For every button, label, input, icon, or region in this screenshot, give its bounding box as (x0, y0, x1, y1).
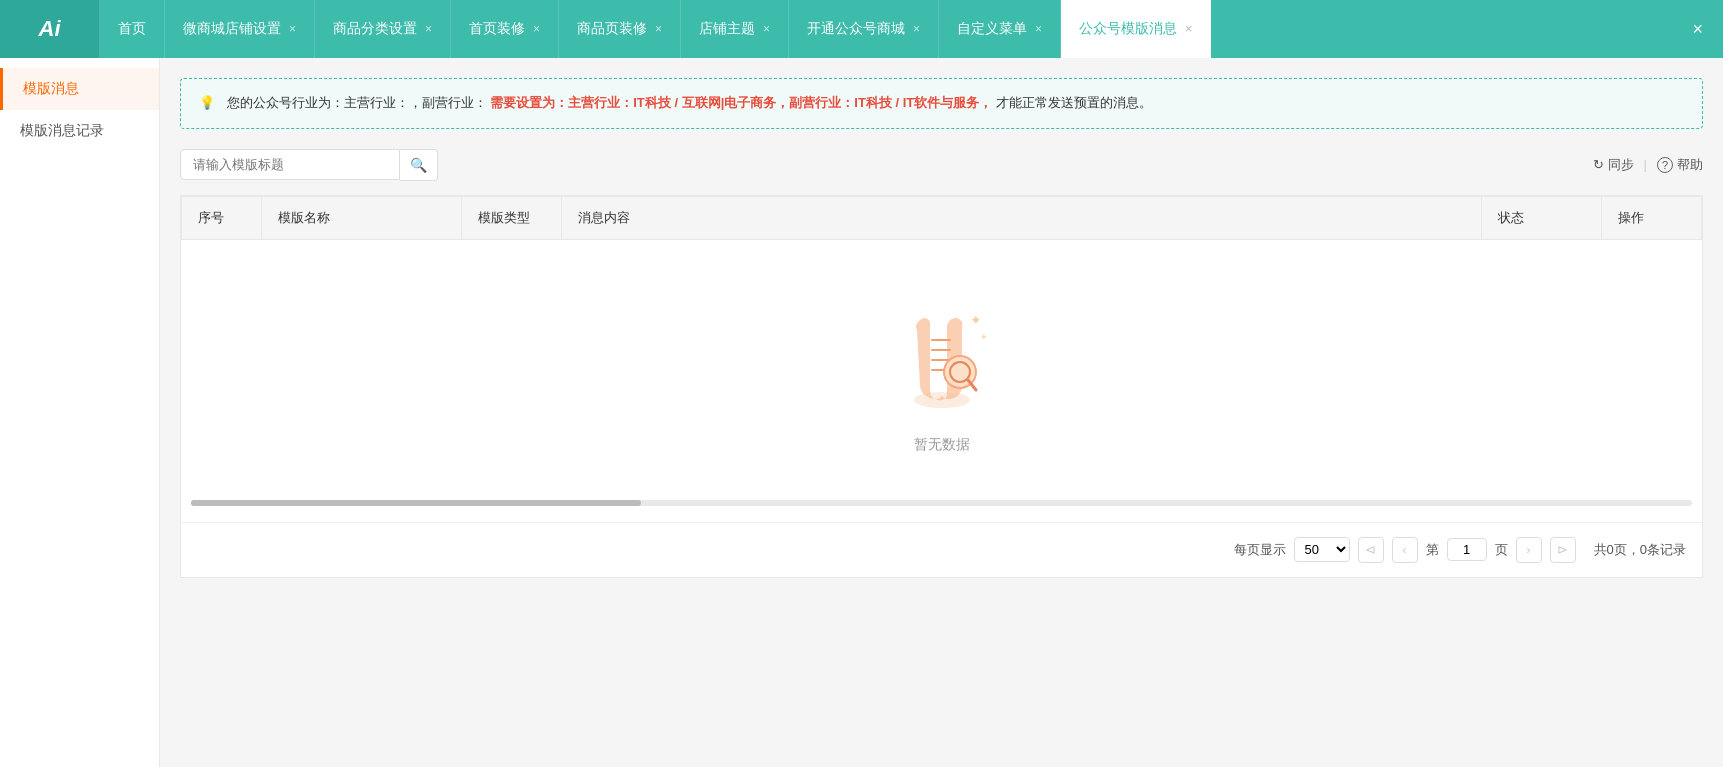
col-header-action: 操作 (1602, 196, 1702, 239)
alert-icon: 💡 (199, 95, 215, 110)
nav-tab-template-msg-close[interactable]: × (1185, 22, 1192, 36)
page-prefix-label: 第 (1426, 541, 1439, 559)
sync-label: 同步 (1608, 156, 1634, 174)
nav-tab-store-setting[interactable]: 微商城店铺设置 × (165, 0, 315, 58)
prev-page-button[interactable]: ‹ (1392, 537, 1418, 563)
svg-text:✦: ✦ (970, 312, 982, 328)
next-page-button[interactable]: › (1516, 537, 1542, 563)
nav-tab-category-close[interactable]: × (425, 22, 432, 36)
content-area: 💡 您的公众号行业为：主营行业：，副营行业： 需要设置为：主营行业：IT科技 /… (160, 58, 1723, 767)
total-label: 共0页，0条记录 (1594, 541, 1686, 559)
nav-tab-open-mall-label: 开通公众号商城 (807, 20, 905, 38)
nav-tab-store-setting-label: 微商城店铺设置 (183, 20, 281, 38)
brand-text: Ai (39, 16, 61, 42)
svg-text:✦: ✦ (980, 332, 988, 342)
sync-button[interactable]: ↻ 同步 (1593, 156, 1634, 174)
nav-tab-product-decor-label: 商品页装修 (577, 20, 647, 38)
empty-illustration: ✦ ✦ (882, 300, 1002, 420)
col-header-status-label: 状态 (1498, 210, 1524, 225)
search-input[interactable] (180, 149, 400, 180)
col-header-index: 序号 (182, 196, 262, 239)
sidebar-item-template-msg-record-label: 模版消息记录 (20, 122, 104, 138)
nav-tab-custom-menu-label: 自定义菜单 (957, 20, 1027, 38)
scrollbar-area (181, 494, 1702, 522)
empty-state: ✦ ✦ 暂无数据 (181, 240, 1702, 494)
empty-text: 暂无数据 (914, 436, 970, 454)
col-header-type-label: 模版类型 (478, 210, 530, 225)
nav-tab-store-setting-close[interactable]: × (289, 22, 296, 36)
main-layout: 模版消息 模版消息记录 💡 您的公众号行业为：主营行业：，副营行业： 需要设置为… (0, 58, 1723, 767)
divider: | (1644, 157, 1647, 172)
top-navigation: Ai 首页 微商城店铺设置 × 商品分类设置 × 首页装修 × 商品页装修 × … (0, 0, 1723, 58)
col-header-action-label: 操作 (1618, 210, 1644, 225)
page-suffix-label: 页 (1495, 541, 1508, 559)
page-input[interactable] (1447, 538, 1487, 561)
search-bar-left: 🔍 (180, 149, 438, 181)
alert-prefix-text: 您的公众号行业为：主营行业：，副营行业： (227, 95, 487, 110)
first-page-button[interactable]: ⊲ (1358, 537, 1384, 563)
col-header-type: 模版类型 (462, 196, 562, 239)
pagination: 每页显示 10 20 50 100 ⊲ ‹ 第 页 › ⊳ 共0页，0条记录 (181, 522, 1702, 577)
col-header-name: 模版名称 (262, 196, 462, 239)
nav-tab-theme[interactable]: 店铺主题 × (681, 0, 789, 58)
last-page-button[interactable]: ⊳ (1550, 537, 1576, 563)
nav-tab-home-decor-label: 首页装修 (469, 20, 525, 38)
nav-tab-custom-menu-close[interactable]: × (1035, 22, 1042, 36)
col-header-content: 消息内容 (562, 196, 1482, 239)
nav-tab-home[interactable]: 首页 (100, 0, 165, 58)
nav-tab-home-decor-close[interactable]: × (533, 22, 540, 36)
nav-tab-category[interactable]: 商品分类设置 × (315, 0, 451, 58)
nav-tab-product-decor[interactable]: 商品页装修 × (559, 0, 681, 58)
sidebar-item-template-msg-label: 模版消息 (23, 80, 79, 96)
alert-suffix-text: 才能正常发送预置的消息。 (996, 95, 1152, 110)
col-header-status: 状态 (1482, 196, 1602, 239)
search-bar-right: ↻ 同步 | ? 帮助 (1593, 156, 1703, 174)
table-header-row: 序号 模版名称 模版类型 消息内容 状态 (182, 196, 1702, 239)
sync-icon: ↻ (1593, 157, 1604, 172)
nav-tab-template-msg[interactable]: 公众号模版消息 × (1061, 0, 1211, 58)
col-header-name-label: 模版名称 (278, 210, 330, 225)
nav-tab-theme-close[interactable]: × (763, 22, 770, 36)
nav-tab-template-msg-label: 公众号模版消息 (1079, 20, 1177, 38)
sidebar-item-template-msg-record[interactable]: 模版消息记录 (0, 110, 159, 152)
close-all-tabs-button[interactable]: × (1692, 19, 1703, 40)
page-size-label: 每页显示 (1234, 541, 1286, 559)
help-label: 帮助 (1677, 156, 1703, 174)
nav-tab-product-decor-close[interactable]: × (655, 22, 662, 36)
scrollbar-track[interactable] (191, 500, 1692, 506)
nav-tab-custom-menu[interactable]: 自定义菜单 × (939, 0, 1061, 58)
alert-highlight-text: 需要设置为：主营行业：IT科技 / 互联网|电子商务，副营行业：IT科技 / I… (490, 95, 992, 110)
nav-tab-home-label: 首页 (118, 20, 146, 38)
page-size-select[interactable]: 10 20 50 100 (1294, 537, 1350, 562)
alert-banner: 💡 您的公众号行业为：主营行业：，副营行业： 需要设置为：主营行业：IT科技 /… (180, 78, 1703, 129)
search-bar: 🔍 ↻ 同步 | ? 帮助 (180, 149, 1703, 181)
sidebar: 模版消息 模版消息记录 (0, 58, 160, 767)
nav-tab-open-mall-close[interactable]: × (913, 22, 920, 36)
data-table: 序号 模版名称 模版类型 消息内容 状态 (181, 196, 1702, 240)
sidebar-item-template-msg[interactable]: 模版消息 (0, 68, 159, 110)
nav-tab-theme-label: 店铺主题 (699, 20, 755, 38)
brand-logo: Ai (0, 0, 100, 58)
help-icon: ? (1657, 157, 1673, 173)
search-button[interactable]: 🔍 (400, 149, 438, 181)
nav-tab-open-mall[interactable]: 开通公众号商城 × (789, 0, 939, 58)
col-header-index-label: 序号 (198, 210, 224, 225)
nav-tab-category-label: 商品分类设置 (333, 20, 417, 38)
help-button[interactable]: ? 帮助 (1657, 156, 1703, 174)
nav-tab-home-decor[interactable]: 首页装修 × (451, 0, 559, 58)
scrollbar-thumb (191, 500, 641, 506)
col-header-content-label: 消息内容 (578, 210, 630, 225)
search-icon: 🔍 (410, 157, 427, 173)
table-container: 序号 模版名称 模版类型 消息内容 状态 (180, 195, 1703, 578)
